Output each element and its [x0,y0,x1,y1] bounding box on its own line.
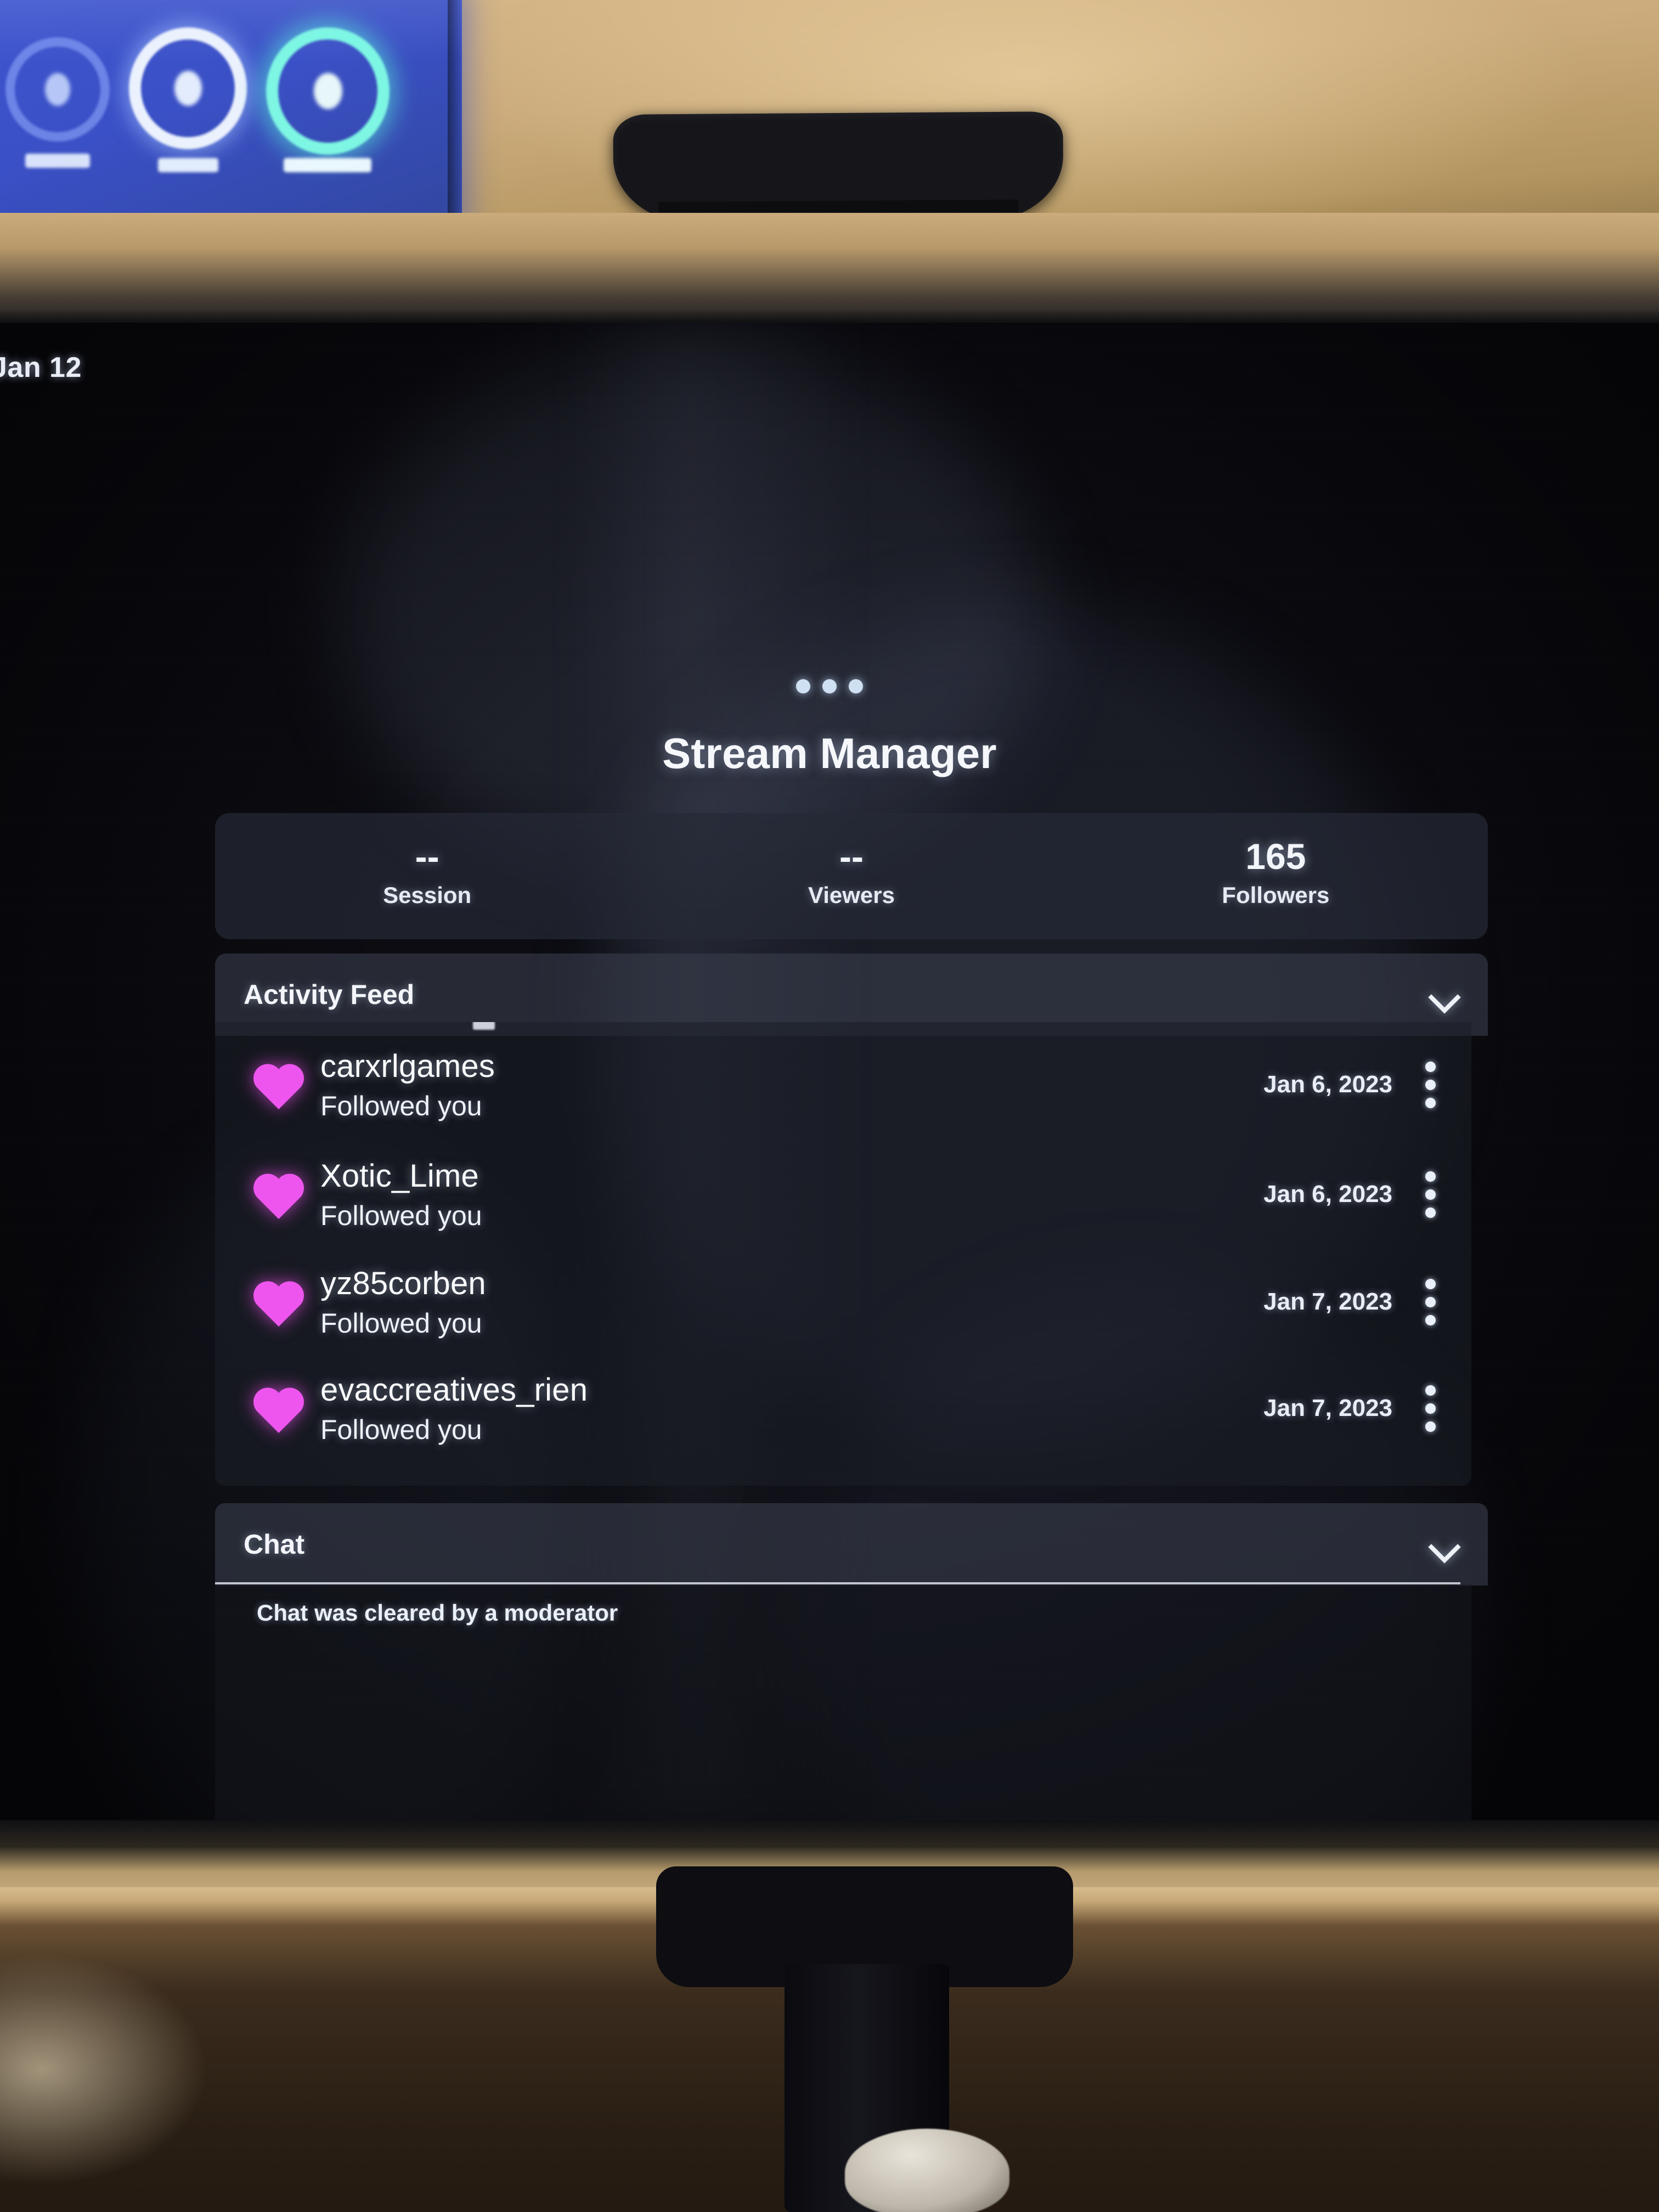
status-bar-date: Jan 12 [0,352,82,383]
stat-viewers-value: -- [839,836,864,877]
stream-manager-app: Jan 12 Stream Manager -- Session -- View… [0,323,1659,1820]
secondary-blue-display [0,0,462,224]
chevron-down-icon[interactable] [1429,979,1459,1010]
table-row[interactable]: evaccreatives_rien Followed you Jan 7, 2… [215,1356,1471,1461]
heart-icon [249,1058,308,1111]
webcam-clip [613,111,1064,224]
follower-date: Jan 7, 2023 [1263,1288,1392,1315]
kebab-menu-icon[interactable] [1411,1385,1449,1432]
table-row[interactable]: carxrlgames Followed you Jan 6, 2023 [215,1032,1471,1137]
desk-object [845,2129,1009,2212]
follower-name: yz85corben [320,1265,486,1301]
stat-followers-value: 165 [1245,836,1306,877]
kebab-menu-icon[interactable] [1411,1171,1449,1218]
table-row[interactable]: yz85corben Followed you Jan 7, 2023 [215,1249,1471,1355]
chevron-down-icon[interactable] [1429,1529,1459,1560]
monitor-screen: Jan 12 Stream Manager -- Session -- View… [0,323,1659,1820]
kebab-menu-icon[interactable] [1411,1061,1449,1108]
follower-date: Jan 6, 2023 [1263,1071,1392,1098]
status-bar: Jan 12 [0,345,1659,388]
follower-date: Jan 7, 2023 [1263,1395,1392,1421]
ring-icon-3 [266,27,390,155]
chat-system-message: Chat was cleared by a moderator [257,1600,618,1626]
table-row[interactable]: Xotic_Lime Followed you Jan 6, 2023 [215,1142,1471,1247]
blue-display-edge [448,0,462,224]
activity-feed-list[interactable]: carxrlgames Followed you Jan 6, 2023 Xot… [215,1022,1471,1486]
row-meta: Xotic_Lime Followed you [320,1158,1263,1232]
chat-title: Chat [244,1529,305,1560]
follower-action: Followed you [320,1307,482,1339]
follower-name: evaccreatives_rien [320,1372,588,1408]
row-meta: evaccreatives_rien Followed you [320,1372,1263,1446]
ring-icon-2 [129,27,247,149]
follower-name: Xotic_Lime [320,1158,479,1194]
heart-icon [249,1276,308,1328]
scrolled-row-sliver [473,1022,495,1030]
stat-followers: 165 Followers [1064,813,1488,939]
row-meta: carxrlgames Followed you [320,1048,1263,1122]
follower-action: Followed you [320,1200,482,1231]
ring-label-1 [25,154,90,168]
kebab-menu-icon[interactable] [1411,1278,1449,1325]
chat-header[interactable]: Chat [215,1503,1488,1585]
follower-action: Followed you [320,1414,482,1445]
ring-label-2 [158,158,218,172]
stat-followers-label: Followers [1222,882,1330,909]
page-title: Stream Manager [662,729,997,777]
stat-viewers: -- Viewers [639,813,1063,939]
photo-scene: Jan 12 Stream Manager -- Session -- View… [0,0,1659,2212]
ring-label-3 [284,158,371,172]
stat-session: -- Session [215,813,639,939]
follower-action: Followed you [320,1090,482,1121]
follower-name: carxrlgames [320,1048,495,1084]
stats-bar: -- Session -- Viewers 165 Followers [215,813,1488,939]
stat-session-value: -- [415,836,439,877]
ring-icon-1 [5,37,110,142]
heart-icon [249,1382,308,1435]
stat-session-label: Session [383,882,472,909]
activity-feed-title: Activity Feed [244,979,415,1010]
heart-icon [249,1168,308,1221]
monitor-top-bezel [0,213,1659,328]
row-meta: yz85corben Followed you [320,1265,1263,1339]
follower-date: Jan 6, 2023 [1263,1181,1392,1207]
grabber-dots-icon[interactable] [796,679,863,693]
stat-viewers-label: Viewers [808,882,895,909]
desk-light-glow [0,1953,417,2212]
